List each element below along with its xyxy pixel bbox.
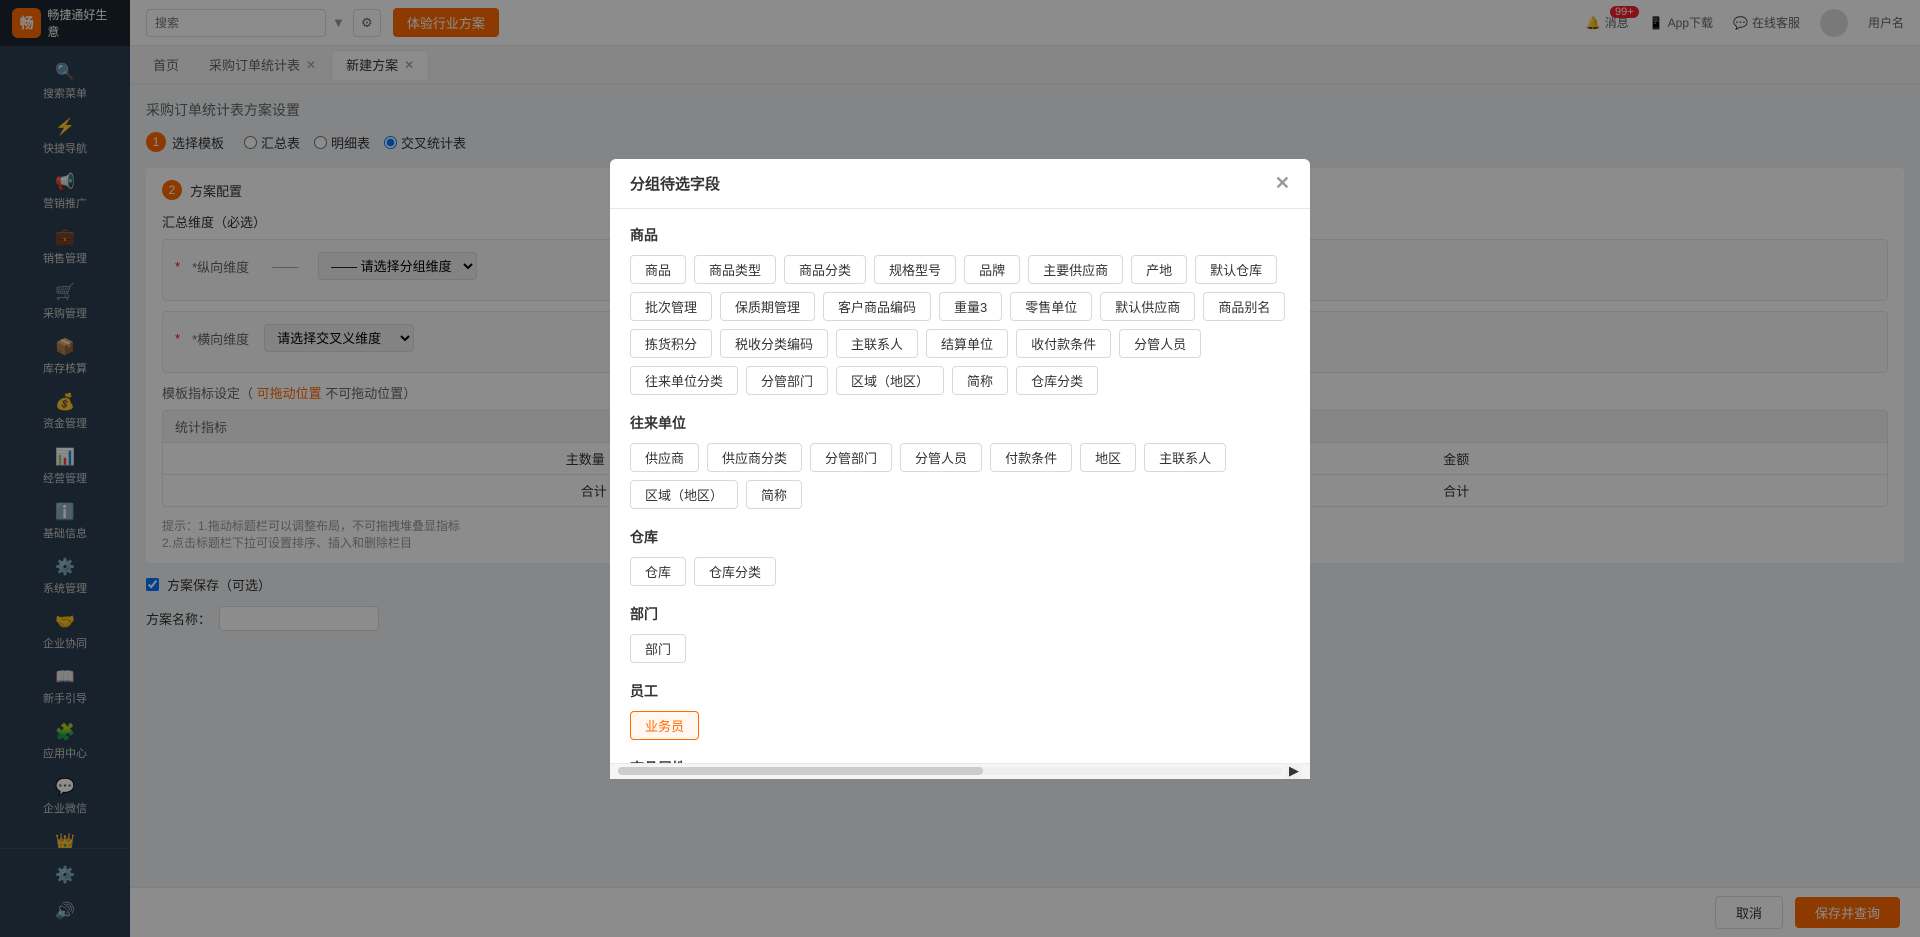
field-tag-0-21[interactable]: 往来单位分类 bbox=[630, 366, 738, 395]
field-tag-0-24[interactable]: 简称 bbox=[952, 366, 1008, 395]
field-tag-0-9[interactable]: 保质期管理 bbox=[720, 292, 815, 321]
field-tag-0-1[interactable]: 商品类型 bbox=[694, 255, 776, 284]
modal-header: 分组待选字段 ✕ bbox=[610, 159, 1310, 209]
field-tag-0-19[interactable]: 收付款条件 bbox=[1016, 329, 1111, 358]
field-tag-1-5[interactable]: 地区 bbox=[1080, 443, 1136, 472]
field-section-title-1: 往来单位 bbox=[630, 413, 1290, 433]
field-section-3: 部门部门 bbox=[630, 604, 1290, 663]
field-tag-1-8[interactable]: 简称 bbox=[746, 480, 802, 509]
field-tag-0-15[interactable]: 拣货积分 bbox=[630, 329, 712, 358]
scroll-right-arrow[interactable]: ▶ bbox=[1286, 763, 1302, 779]
modal-scrollbar-h: ▶ bbox=[610, 763, 1310, 779]
field-tags-1: 供应商供应商分类分管部门分管人员付款条件地区主联系人区域（地区） 简称 bbox=[630, 443, 1290, 509]
field-tag-0-10[interactable]: 客户商品编码 bbox=[823, 292, 931, 321]
field-tag-1-0[interactable]: 供应商 bbox=[630, 443, 699, 472]
field-tag-0-23[interactable]: 区域（地区） bbox=[836, 366, 944, 395]
field-section-title-4: 员工 bbox=[630, 681, 1290, 701]
scroll-thumb-h bbox=[618, 767, 983, 775]
field-tag-0-2[interactable]: 商品分类 bbox=[784, 255, 866, 284]
field-tag-0-13[interactable]: 默认供应商 bbox=[1100, 292, 1195, 321]
field-section-0: 商品商品商品类型商品分类规格型号品牌主要供应商产地默认仓库批次管理保质期管理客户… bbox=[630, 225, 1290, 395]
field-tag-4-0[interactable]: 业务员 bbox=[630, 711, 699, 740]
field-tag-0-3[interactable]: 规格型号 bbox=[874, 255, 956, 284]
modal-close-button[interactable]: ✕ bbox=[1275, 173, 1290, 194]
field-tags-2: 仓库仓库分类 bbox=[630, 557, 1290, 586]
field-tag-0-11[interactable]: 重量3 bbox=[939, 292, 1002, 321]
field-tags-0: 商品商品类型商品分类规格型号品牌主要供应商产地默认仓库批次管理保质期管理客户商品… bbox=[630, 255, 1290, 395]
field-tag-0-4[interactable]: 品牌 bbox=[964, 255, 1020, 284]
field-tag-1-7[interactable]: 区域（地区） bbox=[630, 480, 738, 509]
field-section-title-2: 仓库 bbox=[630, 527, 1290, 547]
field-tag-1-3[interactable]: 分管人员 bbox=[900, 443, 982, 472]
field-tag-0-20[interactable]: 分管人员 bbox=[1119, 329, 1201, 358]
field-tag-0-18[interactable]: 结算单位 bbox=[926, 329, 1008, 358]
field-tag-0-8[interactable]: 批次管理 bbox=[630, 292, 712, 321]
field-tag-0-16[interactable]: 税收分类编码 bbox=[720, 329, 828, 358]
field-tag-3-0[interactable]: 部门 bbox=[630, 634, 686, 663]
field-tag-0-17[interactable]: 主联系人 bbox=[836, 329, 918, 358]
field-tag-0-0[interactable]: 商品 bbox=[630, 255, 686, 284]
scroll-track-h bbox=[618, 767, 1282, 775]
field-tag-0-7[interactable]: 默认仓库 bbox=[1195, 255, 1277, 284]
field-tag-0-5[interactable]: 主要供应商 bbox=[1028, 255, 1123, 284]
field-tag-0-25[interactable]: 仓库分类 bbox=[1016, 366, 1098, 395]
field-section-2: 仓库仓库仓库分类 bbox=[630, 527, 1290, 586]
field-tag-0-12[interactable]: 零售单位 bbox=[1010, 292, 1092, 321]
modal-body[interactable]: 商品商品商品类型商品分类规格型号品牌主要供应商产地默认仓库批次管理保质期管理客户… bbox=[610, 209, 1310, 763]
field-tags-3: 部门 bbox=[630, 634, 1290, 663]
modal: 分组待选字段 ✕ 商品商品商品类型商品分类规格型号品牌主要供应商产地默认仓库批次… bbox=[610, 159, 1310, 779]
field-tag-2-0[interactable]: 仓库 bbox=[630, 557, 686, 586]
modal-overlay: 分组待选字段 ✕ 商品商品商品类型商品分类规格型号品牌主要供应商产地默认仓库批次… bbox=[0, 0, 1920, 937]
field-section-title-3: 部门 bbox=[630, 604, 1290, 624]
field-tags-4: 业务员 bbox=[630, 711, 1290, 740]
field-tag-2-1[interactable]: 仓库分类 bbox=[694, 557, 776, 586]
field-tag-1-2[interactable]: 分管部门 bbox=[810, 443, 892, 472]
field-tag-1-6[interactable]: 主联系人 bbox=[1144, 443, 1226, 472]
field-tag-0-6[interactable]: 产地 bbox=[1131, 255, 1187, 284]
field-tag-1-1[interactable]: 供应商分类 bbox=[707, 443, 802, 472]
field-tag-1-4[interactable]: 付款条件 bbox=[990, 443, 1072, 472]
modal-title: 分组待选字段 bbox=[630, 173, 720, 194]
field-section-title-0: 商品 bbox=[630, 225, 1290, 245]
field-section-1: 往来单位供应商供应商分类分管部门分管人员付款条件地区主联系人区域（地区） 简称 bbox=[630, 413, 1290, 509]
field-tag-0-22[interactable]: 分管部门 bbox=[746, 366, 828, 395]
field-section-4: 员工业务员 bbox=[630, 681, 1290, 740]
field-tag-0-14[interactable]: 商品别名 bbox=[1203, 292, 1285, 321]
